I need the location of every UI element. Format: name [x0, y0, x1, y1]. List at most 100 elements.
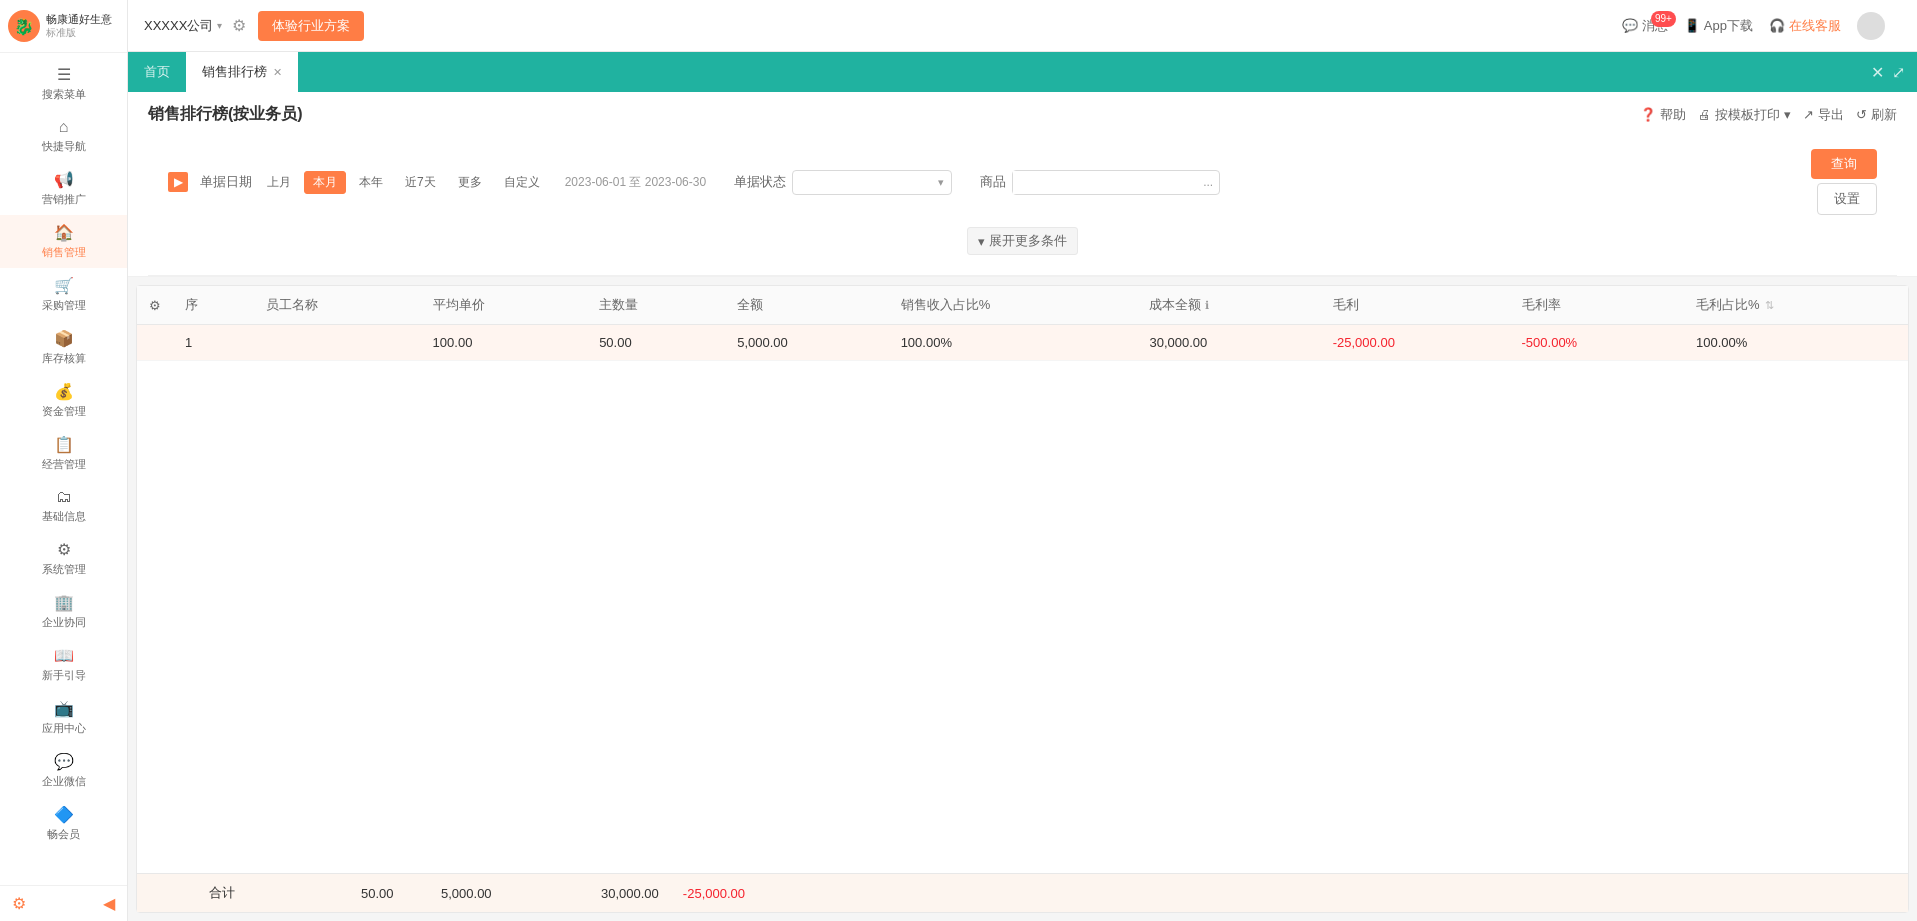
date-btn-7days[interactable]: 近7天	[396, 171, 445, 194]
date-btn-this-month[interactable]: 本月	[304, 171, 346, 194]
tabbar-actions: ✕ ⤢	[1859, 63, 1917, 82]
cell-avg-price: 100.00	[421, 325, 588, 361]
refresh-button[interactable]: ↺ 刷新	[1856, 106, 1897, 124]
app-download-button[interactable]: 📱 App下载	[1684, 17, 1753, 35]
trial-button[interactable]: 体验行业方案	[258, 11, 364, 41]
cost-info-icon[interactable]: ℹ	[1205, 299, 1209, 311]
sidebar-item-shortcut[interactable]: ⌂ 快捷导航	[0, 110, 127, 162]
col-gross: 毛利	[1321, 286, 1510, 325]
inventory-icon: 📦	[54, 329, 74, 348]
sidebar-item-label: 库存核算	[42, 351, 86, 366]
filter-toggle-button[interactable]: ▶	[168, 172, 188, 192]
cell-amount: 5,000.00	[725, 325, 888, 361]
date-btn-last-month[interactable]: 上月	[258, 171, 300, 194]
sidebar-item-system[interactable]: ⚙ 系统管理	[0, 532, 127, 585]
sidebar-item-enterprise[interactable]: 🏢 企业协同	[0, 585, 127, 638]
topbar: XXXXX公司 ▾ ⚙ 体验行业方案 💬 消息 99+ 📱 App下载 🎧 在线…	[128, 0, 1917, 52]
tabbar: 首页 销售排行榜 ✕ ✕ ⤢	[128, 52, 1917, 92]
sidebar-item-search[interactable]: ☰ 搜索菜单	[0, 57, 127, 110]
sidebar-item-label: 快捷导航	[42, 139, 86, 154]
query-button[interactable]: 查询	[1811, 149, 1877, 179]
footer-main-qty: 50.00	[349, 886, 429, 901]
sidebar-item-label: 销售管理	[42, 245, 86, 260]
col-amount: 全额	[725, 286, 888, 325]
headset-icon: 🎧	[1769, 18, 1785, 33]
company-selector[interactable]: XXXXX公司 ▾	[144, 17, 222, 35]
print-chevron-icon: ▾	[1784, 107, 1791, 122]
col-sales-pct: 销售收入占比%	[889, 286, 1138, 325]
system-icon: ⚙	[57, 540, 71, 559]
col-rank: 序	[173, 286, 254, 325]
sidebar-item-appstore[interactable]: 📺 应用中心	[0, 691, 127, 744]
tab-close-window-icon[interactable]: ✕	[1871, 63, 1884, 82]
template-print-button[interactable]: 🖨 按模板打印 ▾	[1698, 106, 1791, 124]
help-icon: ❓	[1640, 107, 1656, 122]
sidebar-item-marketing[interactable]: 📢 营销推广	[0, 162, 127, 215]
col-settings[interactable]: ⚙	[137, 286, 173, 325]
basic-icon: 🗂	[56, 488, 72, 506]
sidebar-item-label: 资金管理	[42, 404, 86, 419]
sidebar-item-vip[interactable]: 🔷 畅会员	[0, 797, 127, 850]
sidebar-item-inventory[interactable]: 📦 库存核算	[0, 321, 127, 374]
sidebar-item-guide[interactable]: 📖 新手引导	[0, 638, 127, 691]
gear-icon[interactable]: ⚙	[232, 16, 246, 35]
collapse-sidebar-icon[interactable]: ◀	[103, 894, 115, 913]
status-filter: 单据状态	[734, 170, 952, 195]
col-gross-pct: 毛利占比% ⇅	[1684, 286, 1908, 325]
tab-home[interactable]: 首页	[128, 52, 186, 92]
goods-more-icon[interactable]: ...	[1197, 175, 1219, 189]
cell-settings	[137, 325, 173, 361]
tab-home-label: 首页	[144, 63, 170, 81]
company-name: XXXXX公司	[144, 17, 213, 35]
cell-rank: 1	[173, 325, 254, 361]
col-cost: 成本全额 ℹ	[1137, 286, 1320, 325]
goods-input[interactable]	[1013, 171, 1197, 194]
sidebar-item-sales[interactable]: 🏠 销售管理	[0, 215, 127, 268]
date-btn-more[interactable]: 更多	[449, 171, 491, 194]
page-title-row: 销售排行榜(按业务员) ❓ 帮助 🖨 按模板打印 ▾ ↗ 导出	[148, 104, 1897, 125]
col-name: 员工名称	[254, 286, 421, 325]
tab-sales-rank[interactable]: 销售排行榜 ✕	[186, 52, 298, 92]
page-actions: ❓ 帮助 🖨 按模板打印 ▾ ↗ 导出 ↺ 刷新	[1640, 106, 1897, 124]
export-button[interactable]: ↗ 导出	[1803, 106, 1844, 124]
help-button[interactable]: ❓ 帮助	[1640, 106, 1686, 124]
appstore-icon: 📺	[54, 699, 74, 718]
cell-gross-pct: 100.00%	[1684, 325, 1908, 361]
page-title: 销售排行榜(按业务员)	[148, 104, 303, 125]
filter-area: ▶ 单据日期 上月 本月 本年 近7天 更多 自定义 2023-06	[148, 137, 1897, 276]
column-settings-button[interactable]: 设置	[1817, 183, 1877, 215]
col-gross-rate: 毛利率	[1510, 286, 1685, 325]
settings-footer-icon[interactable]: ⚙	[12, 894, 26, 913]
enterprise-icon: 🏢	[54, 593, 74, 612]
expand-more-button[interactable]: ▾ 展开更多条件	[967, 227, 1078, 255]
sidebar-item-wechat[interactable]: 💬 企业微信	[0, 744, 127, 797]
sidebar-item-label: 新手引导	[42, 668, 86, 683]
page-content: 销售排行榜(按业务员) ❓ 帮助 🖨 按模板打印 ▾ ↗ 导出	[128, 92, 1917, 921]
tab-restore-icon[interactable]: ⤢	[1892, 63, 1905, 82]
user-avatar[interactable]	[1857, 12, 1885, 40]
date-btn-custom[interactable]: 自定义	[495, 171, 549, 194]
status-select[interactable]	[792, 170, 952, 195]
message-icon: 💬	[1622, 18, 1638, 33]
table-row: 1 100.00 50.00 5,000.00 100.00% 30,000.0…	[137, 325, 1908, 361]
message-button[interactable]: 💬 消息 99+	[1622, 17, 1668, 35]
tab-close-icon[interactable]: ✕	[273, 66, 282, 79]
sidebar-item-basic[interactable]: 🗂 基础信息	[0, 480, 127, 532]
main-area: XXXXX公司 ▾ ⚙ 体验行业方案 💬 消息 99+ 📱 App下载 🎧 在线…	[128, 0, 1917, 921]
goods-filter: 商品 ...	[980, 170, 1220, 195]
sidebar-item-operation[interactable]: 📋 经营管理	[0, 427, 127, 480]
logo-icon: 🐉	[8, 10, 40, 42]
chevron-down-icon: ▾	[978, 234, 985, 249]
sidebar-footer: ⚙ ◀	[0, 885, 127, 921]
online-service-button[interactable]: 🎧 在线客服	[1769, 17, 1841, 35]
gross-pct-sort-icon[interactable]: ⇅	[1765, 299, 1774, 311]
sidebar-item-finance[interactable]: 💰 资金管理	[0, 374, 127, 427]
table-header-row: ⚙ 序 员工名称 平均单价 主数量 全额 销售收入占比% 成本全额 ℹ 毛利 毛…	[137, 286, 1908, 325]
sidebar-item-purchase[interactable]: 🛒 采购管理	[0, 268, 127, 321]
filter-row: ▶ 单据日期 上月 本月 本年 近7天 更多 自定义 2023-06	[168, 149, 1877, 215]
wechat-icon: 💬	[54, 752, 74, 771]
col-avg-price: 平均单价	[421, 286, 588, 325]
date-btn-this-year[interactable]: 本年	[350, 171, 392, 194]
sales-icon: 🏠	[54, 223, 74, 242]
date-label: 单据日期	[200, 173, 252, 191]
